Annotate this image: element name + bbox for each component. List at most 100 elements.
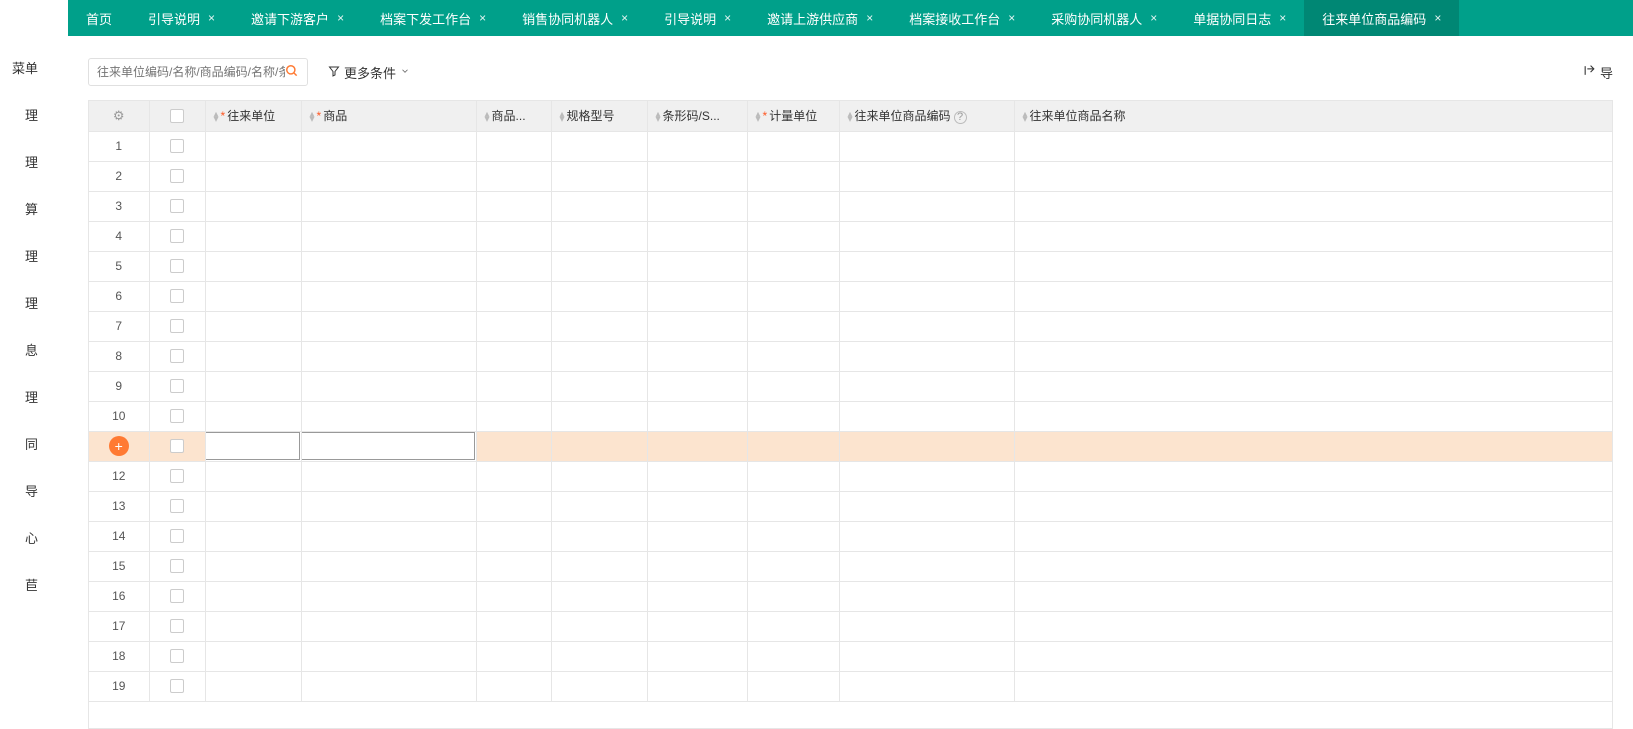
row-checkbox[interactable] (170, 439, 184, 453)
tab-4[interactable]: 销售协同机器人× (504, 0, 646, 36)
cell[interactable] (301, 311, 476, 341)
cell[interactable] (647, 161, 747, 191)
cell[interactable] (647, 191, 747, 221)
tab-5[interactable]: 引导说明× (646, 0, 749, 36)
cell[interactable] (647, 131, 747, 161)
cell[interactable] (551, 491, 647, 521)
cell[interactable] (1014, 161, 1612, 191)
close-icon[interactable]: × (866, 11, 873, 25)
cell[interactable] (1014, 431, 1612, 461)
cell[interactable] (551, 461, 647, 491)
cell[interactable] (205, 131, 301, 161)
cell[interactable] (205, 461, 301, 491)
cell[interactable] (476, 611, 551, 641)
sidebar-item-9[interactable]: 导 (0, 477, 44, 504)
row-checkbox[interactable] (170, 139, 184, 153)
cell[interactable] (747, 581, 839, 611)
cell[interactable] (647, 311, 747, 341)
cell[interactable] (476, 251, 551, 281)
cell[interactable] (301, 671, 476, 701)
cell[interactable] (205, 251, 301, 281)
cell[interactable] (476, 431, 551, 461)
cell[interactable] (747, 251, 839, 281)
header-settings[interactable]: ⚙ (89, 101, 149, 131)
cell[interactable] (647, 461, 747, 491)
cell[interactable] (839, 281, 1014, 311)
header-checkbox[interactable] (149, 101, 205, 131)
cell[interactable] (747, 281, 839, 311)
cell[interactable] (551, 401, 647, 431)
cell[interactable] (839, 161, 1014, 191)
cell[interactable] (1014, 281, 1612, 311)
cell[interactable] (301, 581, 476, 611)
cell[interactable] (747, 491, 839, 521)
header-barcode[interactable]: ▴▾条形码/S... (647, 101, 747, 131)
cell[interactable] (647, 611, 747, 641)
cell[interactable] (1014, 461, 1612, 491)
cell[interactable] (476, 401, 551, 431)
cell[interactable] (839, 491, 1014, 521)
cell[interactable] (205, 521, 301, 551)
cell[interactable] (1014, 221, 1612, 251)
cell[interactable] (551, 671, 647, 701)
cell[interactable] (551, 281, 647, 311)
cell[interactable] (1014, 311, 1612, 341)
cell[interactable] (839, 371, 1014, 401)
cell[interactable] (647, 281, 747, 311)
row-checkbox[interactable] (170, 349, 184, 363)
header-partner-code[interactable]: ▴▾往来单位商品编码? (839, 101, 1014, 131)
cell[interactable] (839, 311, 1014, 341)
close-icon[interactable]: × (1434, 11, 1441, 25)
cell[interactable] (301, 641, 476, 671)
cell[interactable] (301, 281, 476, 311)
tab-2[interactable]: 邀请下游客户× (233, 0, 362, 36)
cell[interactable] (839, 191, 1014, 221)
cell[interactable] (1014, 581, 1612, 611)
cell[interactable] (205, 161, 301, 191)
tab-6[interactable]: 邀请上游供应商× (749, 0, 891, 36)
sidebar-item-10[interactable]: 心 (0, 524, 44, 551)
cell[interactable] (476, 461, 551, 491)
cell[interactable] (476, 521, 551, 551)
sidebar-item-4[interactable]: 理 (0, 242, 44, 269)
cell[interactable] (205, 221, 301, 251)
cell[interactable] (747, 611, 839, 641)
close-icon[interactable]: × (724, 11, 731, 25)
cell[interactable] (205, 371, 301, 401)
cell[interactable] (301, 161, 476, 191)
close-icon[interactable]: × (337, 11, 344, 25)
search-icon[interactable] (285, 64, 299, 81)
cell[interactable] (747, 131, 839, 161)
sidebar-item-5[interactable]: 理 (0, 289, 44, 316)
checkbox-all[interactable] (170, 109, 184, 123)
cell[interactable] (747, 161, 839, 191)
search-input[interactable] (97, 65, 285, 79)
sidebar-item-6[interactable]: 息 (0, 336, 44, 363)
sidebar-item-0[interactable]: 菜单 (0, 54, 44, 81)
row-checkbox[interactable] (170, 559, 184, 573)
cell[interactable] (301, 371, 476, 401)
cell-input[interactable] (301, 432, 475, 460)
row-checkbox[interactable] (170, 169, 184, 183)
cell[interactable] (551, 161, 647, 191)
cell[interactable] (1014, 371, 1612, 401)
sidebar-item-11[interactable]: 苣 (0, 571, 44, 598)
cell[interactable] (551, 641, 647, 671)
cell[interactable] (205, 641, 301, 671)
cell[interactable] (551, 551, 647, 581)
close-icon[interactable]: × (208, 11, 215, 25)
tab-7[interactable]: 档案接收工作台× (891, 0, 1033, 36)
cell[interactable] (839, 401, 1014, 431)
cell[interactable] (551, 581, 647, 611)
cell[interactable] (747, 221, 839, 251)
more-filter-button[interactable]: 更多条件 (328, 63, 410, 82)
tab-3[interactable]: 档案下发工作台× (362, 0, 504, 36)
cell[interactable] (205, 491, 301, 521)
cell[interactable] (647, 641, 747, 671)
cell[interactable] (301, 191, 476, 221)
cell[interactable] (551, 311, 647, 341)
cell[interactable] (747, 431, 839, 461)
cell[interactable] (647, 341, 747, 371)
cell[interactable] (301, 251, 476, 281)
cell[interactable] (551, 521, 647, 551)
